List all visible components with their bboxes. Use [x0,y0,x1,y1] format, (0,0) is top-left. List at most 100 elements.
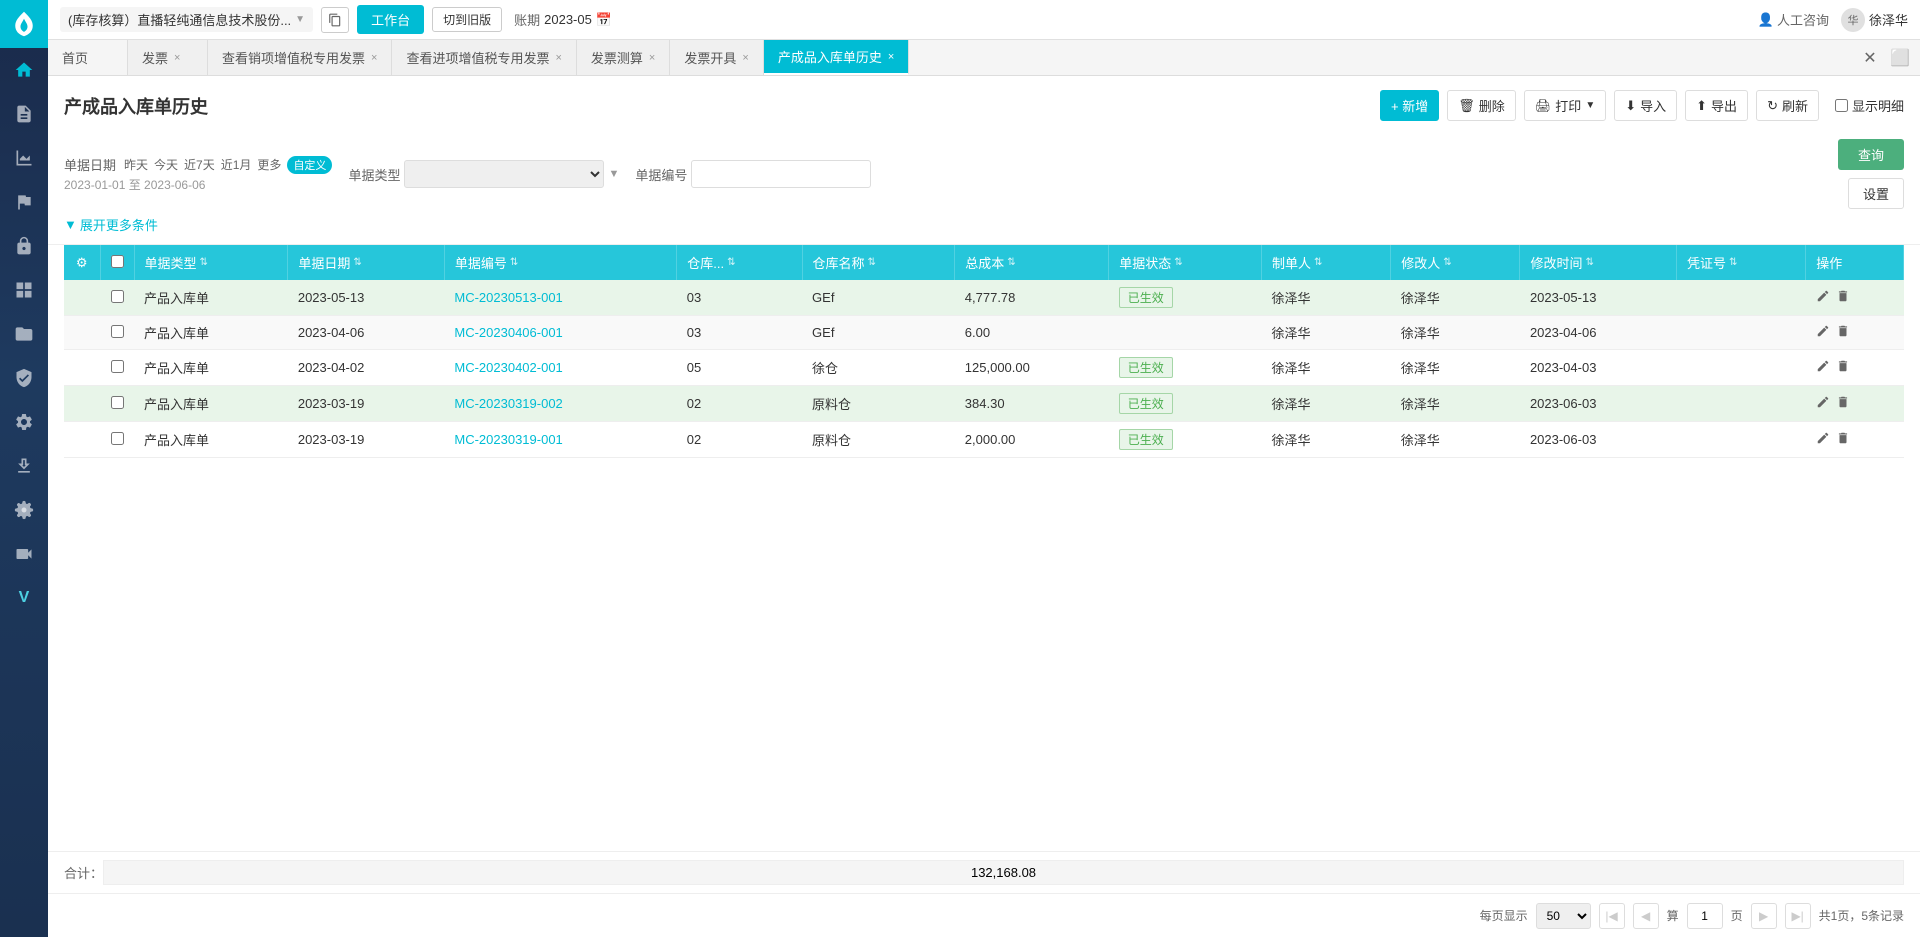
new-button[interactable]: + 新增 [1380,90,1439,121]
row-check[interactable] [100,386,134,422]
window-maximize-button[interactable]: ⬜ [1888,46,1912,70]
row-checkbox-2[interactable] [111,360,124,373]
row-edit-icon[interactable] [1816,324,1830,341]
tab-product-history[interactable]: 产成品入库单历史 × [764,40,909,75]
row-checkbox-4[interactable] [111,432,124,445]
tab-home[interactable]: 首页 [48,40,128,75]
tab-sales-vat[interactable]: 查看销项增值税专用发票 × [208,40,392,75]
sidebar-item-chart[interactable] [0,136,48,180]
filter-expand-btn[interactable]: ▼ 展开更多条件 [64,215,1904,234]
sidebar-item-flag[interactable] [0,180,48,224]
user-menu[interactable]: 华 徐泽华 [1841,8,1908,32]
tab-invoice[interactable]: 发票 × [128,40,208,75]
row-check[interactable] [100,350,134,386]
row-check[interactable] [100,422,134,458]
row-number-link[interactable]: MC-20230319-001 [454,432,562,447]
first-page-button[interactable]: |◀ [1599,903,1625,929]
sidebar-item-stamp[interactable] [0,356,48,400]
row-checkbox-1[interactable] [111,325,124,338]
row-number[interactable]: MC-20230319-002 [444,386,676,422]
col-creator[interactable]: 制单人⇅ [1262,245,1391,280]
delete-button[interactable]: 🗑 删除 [1447,90,1516,121]
row-checkbox-0[interactable] [111,290,124,303]
col-total-cost[interactable]: 总成本⇅ [955,245,1109,280]
sidebar-item-settings2[interactable] [0,400,48,444]
tab-invoice-calc[interactable]: 发票测算 × [577,40,670,75]
select-all-checkbox[interactable] [111,255,124,268]
sidebar-item-download[interactable] [0,444,48,488]
tab-invoice-close[interactable]: × [174,52,180,64]
filter-yesterday[interactable]: 昨天 [124,156,148,173]
filter-custom-tag[interactable]: 自定义 [287,156,332,174]
row-delete-icon[interactable] [1836,395,1850,412]
export-button[interactable]: ⬆ 导出 [1685,90,1748,121]
switch-version-button[interactable]: 切到旧版 [432,7,502,32]
next-page-button[interactable]: ▶ [1751,903,1777,929]
row-number[interactable]: MC-20230402-001 [444,350,676,386]
row-number-link[interactable]: MC-20230406-001 [454,325,562,340]
row-edit-icon[interactable] [1816,359,1830,376]
tab-purchase-vat-close[interactable]: × [555,52,561,64]
filter-settings-button[interactable]: 设置 [1848,178,1904,209]
page-size-select[interactable]: 50 20 100 [1536,903,1591,929]
tab-invoice-open-close[interactable]: × [742,52,748,64]
row-number-link[interactable]: MC-20230402-001 [454,360,562,375]
display-cols-checkbox[interactable] [1835,99,1848,112]
row-delete-icon[interactable] [1836,324,1850,341]
copy-button[interactable] [321,7,349,33]
row-delete-icon[interactable] [1836,431,1850,448]
row-edit-icon[interactable] [1816,431,1830,448]
filter-today[interactable]: 今天 [154,156,178,173]
workbench-button[interactable]: 工作台 [357,5,424,34]
window-close-button[interactable]: ✕ [1858,46,1882,70]
tab-invoice-open[interactable]: 发票开具 × [670,40,763,75]
sidebar-item-v[interactable]: V [0,576,48,620]
tab-sales-vat-close[interactable]: × [371,52,377,64]
row-number-link[interactable]: MC-20230513-001 [454,290,562,305]
sidebar-item-folder[interactable] [0,312,48,356]
filter-more[interactable]: 更多 [257,156,281,173]
company-selector[interactable]: (库存核算）直播轻纯通信息技术股份... ▼ [60,7,313,32]
filter-type-dropdown[interactable] [404,160,604,188]
sidebar-item-video[interactable] [0,532,48,576]
help-button[interactable]: 👤 人工咨询 [1758,10,1829,29]
query-button[interactable]: 查询 [1838,139,1904,170]
display-toggle[interactable]: 显示明细 [1835,96,1904,115]
tab-product-history-close[interactable]: × [888,51,894,63]
col-warehouse-code[interactable]: 仓库...⇅ [677,245,802,280]
print-button[interactable]: 🖨 打印 ▼ [1524,90,1606,121]
prev-page-button[interactable]: ◀ [1633,903,1659,929]
import-button[interactable]: ⬇ 导入 [1614,90,1677,121]
sidebar-item-home[interactable] [0,48,48,92]
row-edit-icon[interactable] [1816,289,1830,306]
tab-invoice-calc-close[interactable]: × [649,52,655,64]
col-date[interactable]: 单据日期⇅ [288,245,445,280]
row-check[interactable] [100,280,134,316]
row-checkbox-3[interactable] [111,396,124,409]
sidebar-item-grid[interactable] [0,268,48,312]
filter-last7[interactable]: 近7天 [184,156,215,173]
col-modify-time[interactable]: 修改时间⇅ [1520,245,1677,280]
row-number[interactable]: MC-20230406-001 [444,316,676,350]
row-delete-icon[interactable] [1836,359,1850,376]
row-delete-icon[interactable] [1836,289,1850,306]
row-check[interactable] [100,316,134,350]
row-number[interactable]: MC-20230319-001 [444,422,676,458]
row-edit-icon[interactable] [1816,395,1830,412]
col-warehouse-name[interactable]: 仓库名称⇅ [802,245,955,280]
sidebar-item-gear[interactable] [0,488,48,532]
sidebar-item-lock[interactable] [0,224,48,268]
refresh-button[interactable]: ↻ 刷新 [1756,90,1819,121]
col-number[interactable]: 单据编号⇅ [444,245,676,280]
tab-purchase-vat[interactable]: 查看进项增值税专用发票 × [392,40,576,75]
col-status[interactable]: 单据状态⇅ [1109,245,1262,280]
col-type[interactable]: 单据类型⇅ [134,245,288,280]
sidebar-item-documents[interactable] [0,92,48,136]
row-number[interactable]: MC-20230513-001 [444,280,676,316]
col-settings[interactable]: ⚙ [64,245,100,280]
last-page-button[interactable]: ▶| [1785,903,1811,929]
row-number-link[interactable]: MC-20230319-002 [454,396,562,411]
col-voucher[interactable]: 凭证号⇅ [1676,245,1805,280]
filter-number-input[interactable] [691,160,871,188]
col-modifier[interactable]: 修改人⇅ [1391,245,1520,280]
